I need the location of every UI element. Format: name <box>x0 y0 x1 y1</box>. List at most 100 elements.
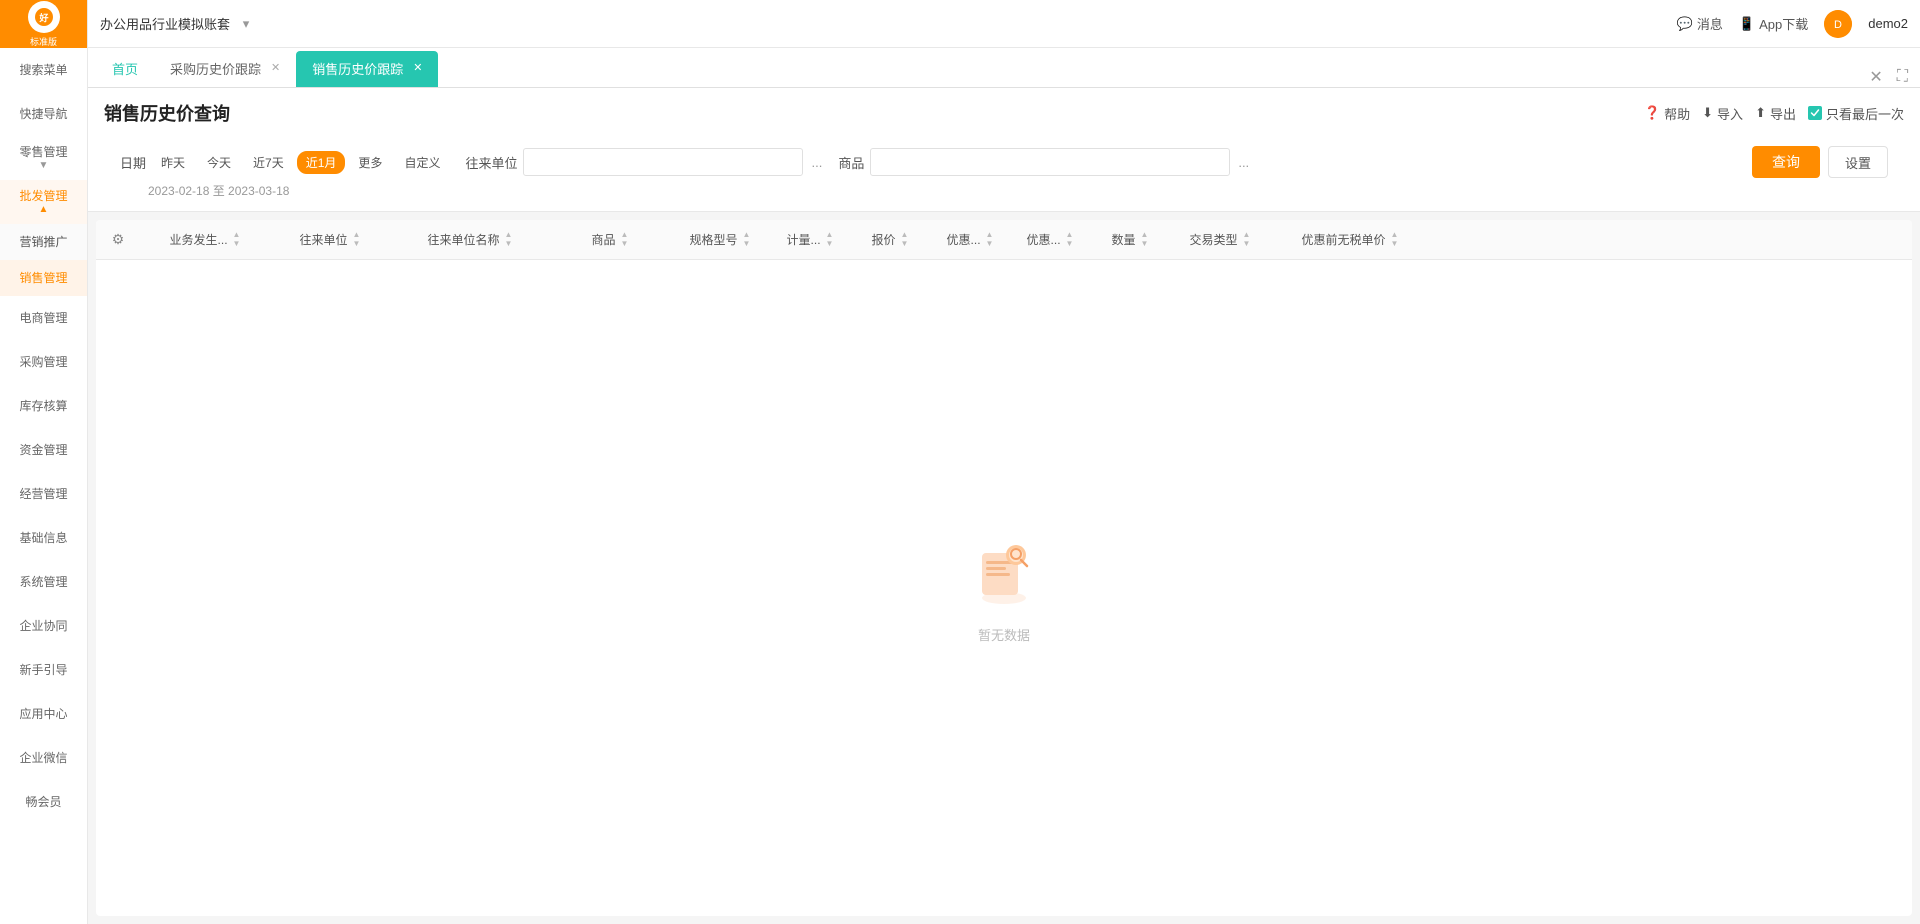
th-discount2-sort: ▲▼ <box>1066 231 1074 248</box>
tab-sales-history-close[interactable]: ✕ <box>413 63 422 74</box>
sidebar-item-inventory[interactable]: 库存核算 <box>0 384 87 428</box>
th-partner-name-sort: ▲▼ <box>505 231 513 248</box>
date-btn-custom[interactable]: 自定义 <box>395 151 449 174</box>
th-quote-sort: ▲▼ <box>901 231 909 248</box>
date-btn-yesterday[interactable]: 昨天 <box>152 151 194 174</box>
sidebar-item-sales-mgmt[interactable]: 销售管理 <box>0 260 87 296</box>
date-btn-more[interactable]: 更多 <box>349 151 391 174</box>
export-button[interactable]: ⬆ 导出 <box>1755 104 1796 123</box>
th-partner-code-sort: ▲▼ <box>353 231 361 248</box>
date-range-display: 2023-02-18 至 2023-03-18 <box>148 184 289 198</box>
partner-dots[interactable]: ... <box>811 155 822 170</box>
date-label: 日期 <box>120 153 146 172</box>
th-quote[interactable]: 报价 ▲▼ <box>850 231 930 248</box>
logo-icon: 好 <box>28 1 60 33</box>
sidebar-item-operation[interactable]: 经营管理 <box>0 472 87 516</box>
username-label[interactable]: demo2 <box>1868 16 1908 31</box>
filter-row: 日期 昨天 今天 近7天 近1月 更多 自定义 往来单位 .. <box>120 146 1888 178</box>
table-settings-icon[interactable]: ⚙ <box>112 231 125 248</box>
table-container: ⚙ 业务发生... ▲▼ 往来单位 ▲▼ 往来单位名称 ▲▼ 商品 ▲▼ <box>96 220 1912 916</box>
partner-label: 往来单位 <box>465 153 517 172</box>
sidebar-item-finance[interactable]: 资金管理 <box>0 428 87 472</box>
th-quantity-sort: ▲▼ <box>1141 231 1149 248</box>
page-title: 销售历史价查询 <box>104 100 230 126</box>
th-biz-date-sort: ▲▼ <box>233 231 241 248</box>
sidebar: 好 标准版 搜索菜单 快捷导航 零售管理 ▼ 批发管理 ▲ 营销推广 销售管理 … <box>0 0 88 924</box>
th-product-sort: ▲▼ <box>621 231 629 248</box>
th-spec[interactable]: 规格型号 ▲▼ <box>670 231 770 248</box>
tab-purchase-history[interactable]: 采购历史价跟踪 ✕ <box>154 51 296 87</box>
th-unit[interactable]: 计量... ▲▼ <box>770 231 850 248</box>
tab-collapse-icon[interactable]: ✕ <box>1869 67 1882 87</box>
svg-text:D: D <box>1834 19 1842 31</box>
tab-home[interactable]: 首页 <box>96 51 154 87</box>
th-discount1[interactable]: 优惠... ▲▼ <box>930 231 1010 248</box>
download-icon: 📱 <box>1739 16 1755 32</box>
sidebar-item-retail[interactable]: 零售管理 ▼ <box>0 136 87 180</box>
sidebar-item-marketing[interactable]: 营销推广 <box>0 224 87 260</box>
product-input[interactable] <box>870 148 1230 176</box>
query-button[interactable]: 查询 <box>1752 146 1820 178</box>
th-product[interactable]: 商品 ▲▼ <box>550 231 670 248</box>
date-btn-group: 昨天 今天 近7天 近1月 更多 自定义 <box>152 151 449 174</box>
checkbox-icon <box>1808 106 1822 120</box>
empty-text: 暂无数据 <box>978 625 1030 644</box>
th-pretax-price[interactable]: 优惠前无税单价 ▲▼ <box>1270 231 1430 248</box>
svg-text:好: 好 <box>38 12 48 23</box>
topbar-title: 办公用品行业模拟账套 <box>100 14 230 33</box>
tab-purchase-history-close[interactable]: ✕ <box>271 63 280 74</box>
sidebar-item-member[interactable]: 畅会员 <box>0 780 87 824</box>
sidebar-item-wechat[interactable]: 企业微信 <box>0 736 87 780</box>
th-biz-date[interactable]: 业务发生... ▲▼ <box>140 231 270 248</box>
date-btn-7days[interactable]: 近7天 <box>244 151 293 174</box>
tab-bar: 首页 采购历史价跟踪 ✕ 销售历史价跟踪 ✕ ✕ ⛶ <box>88 48 1920 88</box>
import-button[interactable]: ⬇ 导入 <box>1702 104 1743 123</box>
th-discount1-sort: ▲▼ <box>986 231 994 248</box>
th-quantity[interactable]: 数量 ▲▼ <box>1090 231 1170 248</box>
th-settings[interactable]: ⚙ <box>96 231 140 248</box>
sidebar-item-guide[interactable]: 新手引导 <box>0 648 87 692</box>
th-discount2[interactable]: 优惠... ▲▼ <box>1010 231 1090 248</box>
th-partner-code[interactable]: 往来单位 ▲▼ <box>270 231 390 248</box>
topbar-dropdown-icon[interactable]: ▾ <box>238 16 254 32</box>
date-btn-1month[interactable]: 近1月 <box>297 151 346 174</box>
th-partner-name[interactable]: 往来单位名称 ▲▼ <box>390 231 550 248</box>
sidebar-item-enterprise[interactable]: 企业协同 <box>0 604 87 648</box>
sidebar-item-app-center[interactable]: 应用中心 <box>0 692 87 736</box>
table-body: 暂无数据 <box>96 260 1912 916</box>
date-btn-today[interactable]: 今天 <box>198 151 240 174</box>
sidebar-item-wholesale[interactable]: 批发管理 ▲ <box>0 180 87 224</box>
date-filter: 日期 昨天 今天 近7天 近1月 更多 自定义 <box>120 151 449 174</box>
page-header: 销售历史价查询 ❓ 帮助 ⬇ 导入 ⬆ 导出 <box>88 88 1920 212</box>
th-spec-sort: ▲▼ <box>743 231 751 248</box>
tab-fullscreen-icon[interactable]: ⛶ <box>1897 68 1908 86</box>
product-dots[interactable]: ... <box>1238 155 1249 170</box>
topbar-right: 💬 消息 📱 App下载 D demo2 <box>1677 10 1908 38</box>
tab-sales-history[interactable]: 销售历史价跟踪 ✕ <box>296 51 438 87</box>
th-trade-type[interactable]: 交易类型 ▲▼ <box>1170 231 1270 248</box>
sidebar-item-search[interactable]: 搜索菜单 <box>0 48 87 92</box>
avatar[interactable]: D <box>1824 10 1852 38</box>
help-button[interactable]: ❓ 帮助 <box>1644 104 1690 123</box>
page-actions: ❓ 帮助 ⬇ 导入 ⬆ 导出 只看最后一次 <box>1644 104 1904 123</box>
sidebar-item-quick-nav[interactable]: 快捷导航 <box>0 92 87 136</box>
app-download-button[interactable]: 📱 App下载 <box>1739 14 1808 33</box>
sidebar-item-basic-info[interactable]: 基础信息 <box>0 516 87 560</box>
settings-button[interactable]: 设置 <box>1828 146 1888 178</box>
sidebar-item-ecommerce[interactable]: 电商管理 <box>0 296 87 340</box>
import-icon: ⬇ <box>1702 105 1713 121</box>
topbar-left: 办公用品行业模拟账套 ▾ <box>100 14 254 33</box>
th-trade-type-sort: ▲▼ <box>1243 231 1251 248</box>
app-logo[interactable]: 好 标准版 <box>0 0 87 48</box>
message-button[interactable]: 💬 消息 <box>1677 14 1723 33</box>
topbar: 办公用品行业模拟账套 ▾ 💬 消息 📱 App下载 D demo2 <box>88 0 1920 48</box>
sidebar-item-purchase[interactable]: 采购管理 <box>0 340 87 384</box>
th-unit-sort: ▲▼ <box>826 231 834 248</box>
message-icon: 💬 <box>1677 16 1693 32</box>
partner-input[interactable] <box>523 148 803 176</box>
sidebar-item-system[interactable]: 系统管理 <box>0 560 87 604</box>
main-area: 办公用品行业模拟账套 ▾ 💬 消息 📱 App下载 D demo2 首页 采购历… <box>88 0 1920 924</box>
product-label: 商品 <box>838 153 864 172</box>
page-title-row: 销售历史价查询 ❓ 帮助 ⬇ 导入 ⬆ 导出 <box>104 100 1904 126</box>
only-last-checkbox[interactable]: 只看最后一次 <box>1808 104 1904 123</box>
